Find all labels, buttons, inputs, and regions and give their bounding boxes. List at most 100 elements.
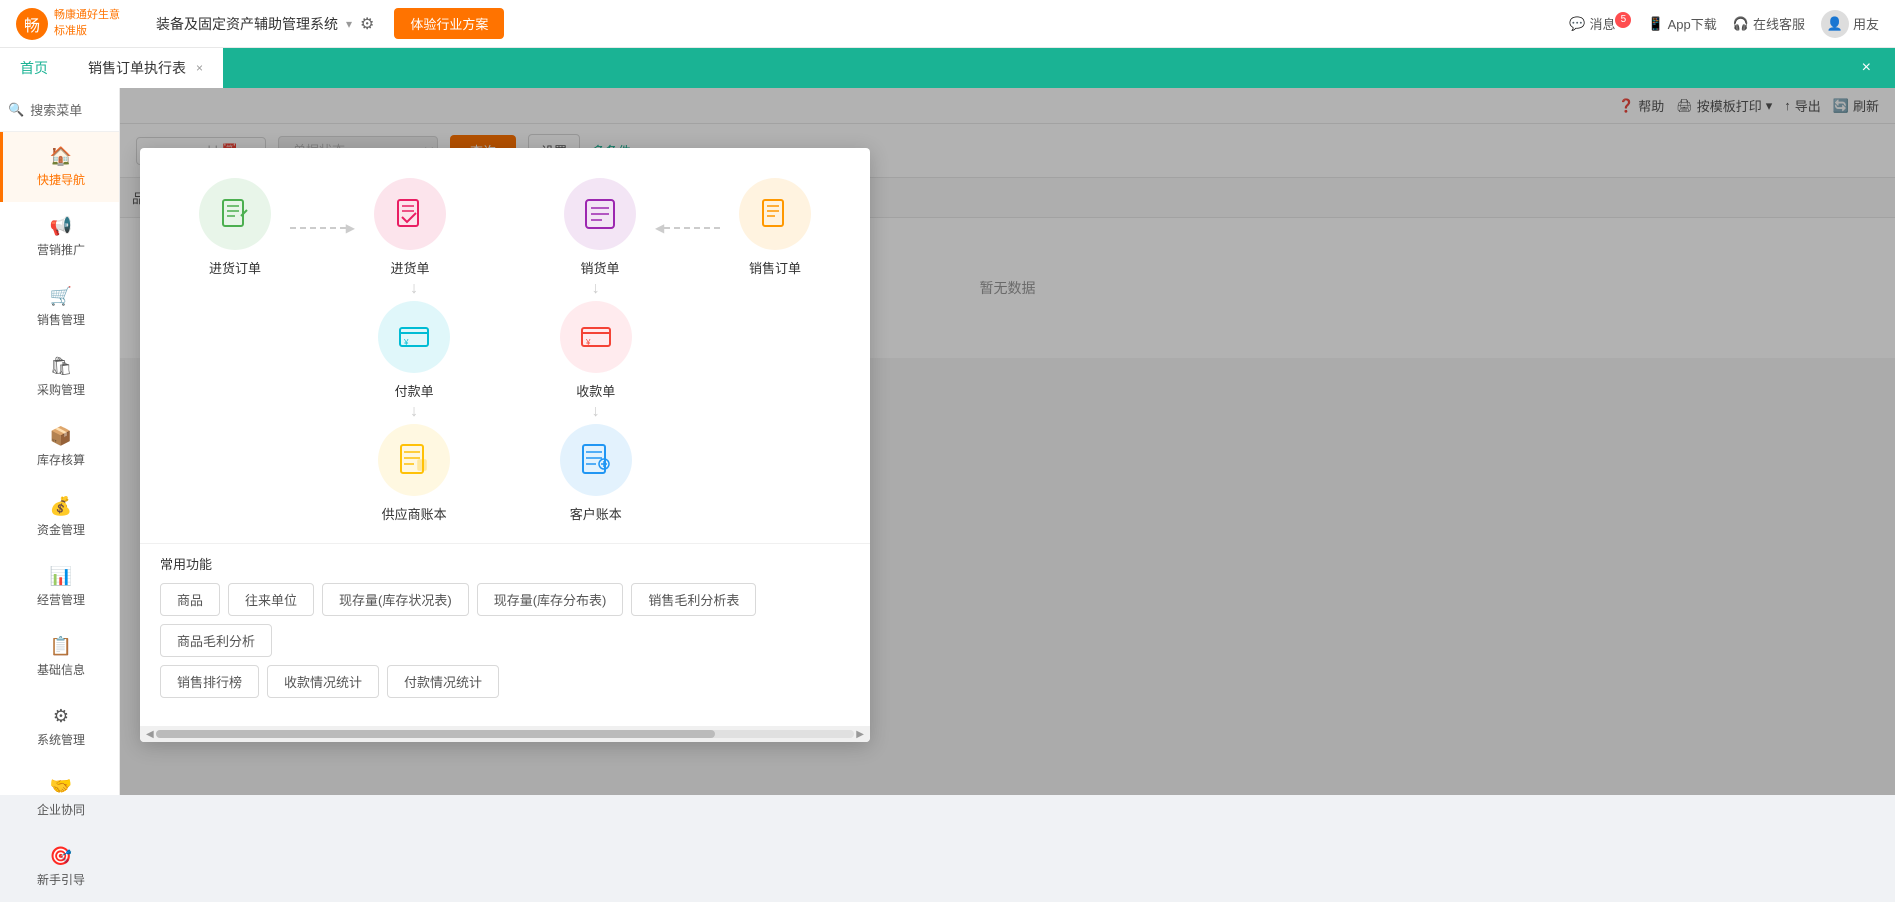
- service-icon: 🎧: [1733, 16, 1749, 32]
- logo-icon: 畅: [16, 8, 48, 40]
- sidebar-item-purchase[interactable]: 🛍 采购管理: [0, 342, 119, 412]
- customer-account-icon: [560, 424, 632, 496]
- flow-row-3: 供应商账本 客户账本: [180, 424, 830, 523]
- modal-overlay[interactable]: 进货订单 ▶ 进货单: [120, 88, 1895, 795]
- purchase-bill-label: 进货单: [390, 258, 429, 277]
- flow-row-arrows-down: ↓ ↓: [180, 281, 830, 297]
- flow-area: 进货订单 ▶ 进货单: [140, 148, 870, 543]
- online-service-btn[interactable]: 🎧 在线客服: [1733, 14, 1805, 33]
- sale-bill-icon: [564, 178, 636, 250]
- flow-node-receipt[interactable]: ¥ 收款单: [543, 301, 648, 400]
- func-btn-receipt-stats[interactable]: 收款情况统计: [267, 665, 379, 698]
- func-btn-product-profit[interactable]: 商品毛利分析: [160, 624, 272, 657]
- message-btn[interactable]: 💬 消息 5: [1569, 14, 1631, 33]
- search-menu[interactable]: 🔍 搜索菜单: [0, 88, 119, 132]
- basic-icon: 📋: [50, 636, 72, 657]
- func-btn-counterpart[interactable]: 往来单位: [228, 583, 314, 616]
- common-func-title: 常用功能: [160, 554, 850, 573]
- collab-icon: 🤝: [50, 776, 72, 797]
- sidebar-item-inventory[interactable]: 📦 库存核算: [0, 412, 119, 482]
- sidebar-item-sales[interactable]: 🛒 销售管理: [0, 272, 119, 342]
- func-btn-sales-rank[interactable]: 销售排行榜: [160, 665, 259, 698]
- supplier-account-label: 供应商账本: [382, 504, 447, 523]
- sidebar-item-collab[interactable]: 🤝 企业协同: [0, 762, 119, 832]
- sidebar-item-basic[interactable]: 📋 基础信息: [0, 622, 119, 692]
- func-btn-stock-dist[interactable]: 现存量(库存分布表): [477, 583, 624, 616]
- arrow-po-to-pb: ▶: [290, 221, 355, 235]
- system-name-area: 装备及固定资产辅助管理系统 ▾ ⚙ 体验行业方案: [156, 8, 1569, 39]
- tab-close-icon[interactable]: ×: [196, 61, 203, 75]
- app-download-btn[interactable]: 📱 App下载: [1647, 14, 1716, 33]
- modal-scrollbar[interactable]: ◀ ▶: [140, 726, 870, 742]
- marketing-icon: 📢: [50, 216, 72, 237]
- payment-icon: ¥: [378, 301, 450, 373]
- supplier-account-icon: [378, 424, 450, 496]
- scroll-left-arrow[interactable]: ◀: [144, 729, 156, 740]
- try-btn[interactable]: 体验行业方案: [394, 8, 504, 39]
- purchase-order-icon: [199, 178, 271, 250]
- sidebar-item-inventory-label: 库存核算: [37, 451, 85, 468]
- logo-area: 畅 畅康通好生意 标准版: [16, 8, 136, 40]
- tab-active[interactable]: 销售订单执行表 ×: [68, 48, 223, 88]
- purchase-bill-icon: [374, 178, 446, 250]
- flow-row-2: ¥ 付款单 ¥ 收款单: [180, 301, 830, 400]
- message-icon: 💬: [1569, 16, 1585, 32]
- func-btns-row2: 销售排行榜 收款情况统计 付款情况统计: [160, 665, 850, 698]
- sidebar-item-quicknav-label: 快捷导航: [37, 171, 85, 188]
- user-area[interactable]: 👤 用友: [1821, 10, 1879, 38]
- logo-text: 畅康通好生意 标准版: [54, 8, 120, 39]
- scroll-thumb[interactable]: [156, 730, 715, 738]
- down-arrow-payment: ↓: [410, 404, 418, 420]
- dropdown-arrow-icon[interactable]: ▾: [346, 17, 352, 31]
- receipt-icon: ¥: [560, 301, 632, 373]
- search-menu-label: 搜索菜单: [30, 100, 82, 119]
- sidebar-item-basic-label: 基础信息: [37, 661, 85, 678]
- sidebar-item-guide[interactable]: 🎯 新手引导: [0, 832, 119, 902]
- sidebar-item-quicknav[interactable]: 🏠 快捷导航: [0, 132, 119, 202]
- func-btn-stock-status[interactable]: 现存量(库存状况表): [322, 583, 469, 616]
- func-btn-product[interactable]: 商品: [160, 583, 220, 616]
- flow-node-sale-order[interactable]: 销售订单: [720, 178, 830, 277]
- flow-node-purchase-bill[interactable]: 进货单: [355, 178, 465, 277]
- close-all-btn[interactable]: ×: [1854, 59, 1879, 77]
- down-arrow-receipt: ↓: [592, 404, 600, 420]
- system-name-text: 装备及固定资产辅助管理系统: [156, 14, 338, 34]
- sidebar-item-system[interactable]: ⚙ 系统管理: [0, 692, 119, 762]
- receipt-label: 收款单: [576, 381, 615, 400]
- flow-node-purchase-order[interactable]: 进货订单: [180, 178, 290, 277]
- sidebar-item-operation[interactable]: 📊 经营管理: [0, 552, 119, 622]
- operation-icon: 📊: [50, 566, 72, 587]
- flow-node-customer-account[interactable]: 客户账本: [543, 424, 648, 523]
- message-badge: 5: [1615, 12, 1631, 28]
- top-header: 畅 畅康通好生意 标准版 装备及固定资产辅助管理系统 ▾ ⚙ 体验行业方案 💬 …: [0, 0, 1895, 48]
- sidebar-item-operation-label: 经营管理: [37, 591, 85, 608]
- content-area: ❓ 帮助 🖨 按模板打印 ▾ ↑ 导出 🔄 刷新: [120, 88, 1895, 795]
- flow-node-payment[interactable]: ¥ 付款单: [362, 301, 467, 400]
- sale-order-label: 销售订单: [749, 258, 801, 277]
- scroll-track[interactable]: [156, 730, 855, 738]
- scroll-right-arrow[interactable]: ▶: [854, 729, 866, 740]
- sidebar-item-finance-label: 资金管理: [37, 521, 85, 538]
- sidebar-item-marketing[interactable]: 📢 营销推广: [0, 202, 119, 272]
- sidebar-item-finance[interactable]: 💰 资金管理: [0, 482, 119, 552]
- inventory-icon: 📦: [50, 426, 72, 447]
- func-btn-sales-profit[interactable]: 销售毛利分析表: [631, 583, 756, 616]
- sales-icon: 🛒: [50, 286, 72, 307]
- svg-text:¥: ¥: [403, 338, 409, 347]
- flow-node-sale-bill[interactable]: 销货单: [545, 178, 655, 277]
- gear-icon[interactable]: ⚙: [360, 14, 374, 34]
- search-icon: 🔍: [8, 102, 24, 118]
- app-download-label: App下载: [1668, 14, 1717, 33]
- sale-bill-label: 销货单: [580, 258, 619, 277]
- nav-tabs: 首页 销售订单执行表 × ×: [0, 48, 1895, 88]
- online-service-label: 在线客服: [1753, 14, 1805, 33]
- func-btn-payment-stats[interactable]: 付款情况统计: [387, 665, 499, 698]
- header-right: 💬 消息 5 📱 App下载 🎧 在线客服 👤 用友: [1569, 10, 1879, 38]
- svg-text:¥: ¥: [585, 338, 591, 347]
- sidebar: 🔍 搜索菜单 🏠 快捷导航 📢 营销推广 🛒 销售管理 🛍 采购管理 📦 库存核…: [0, 88, 120, 795]
- common-func-area: 常用功能 商品 往来单位 现存量(库存状况表) 现存量(库存分布表) 销售毛利分…: [140, 543, 870, 726]
- flow-node-supplier-account[interactable]: 供应商账本: [362, 424, 467, 523]
- tab-home[interactable]: 首页: [0, 48, 68, 88]
- avatar: 👤: [1821, 10, 1849, 38]
- home-tab-label: 首页: [20, 58, 48, 78]
